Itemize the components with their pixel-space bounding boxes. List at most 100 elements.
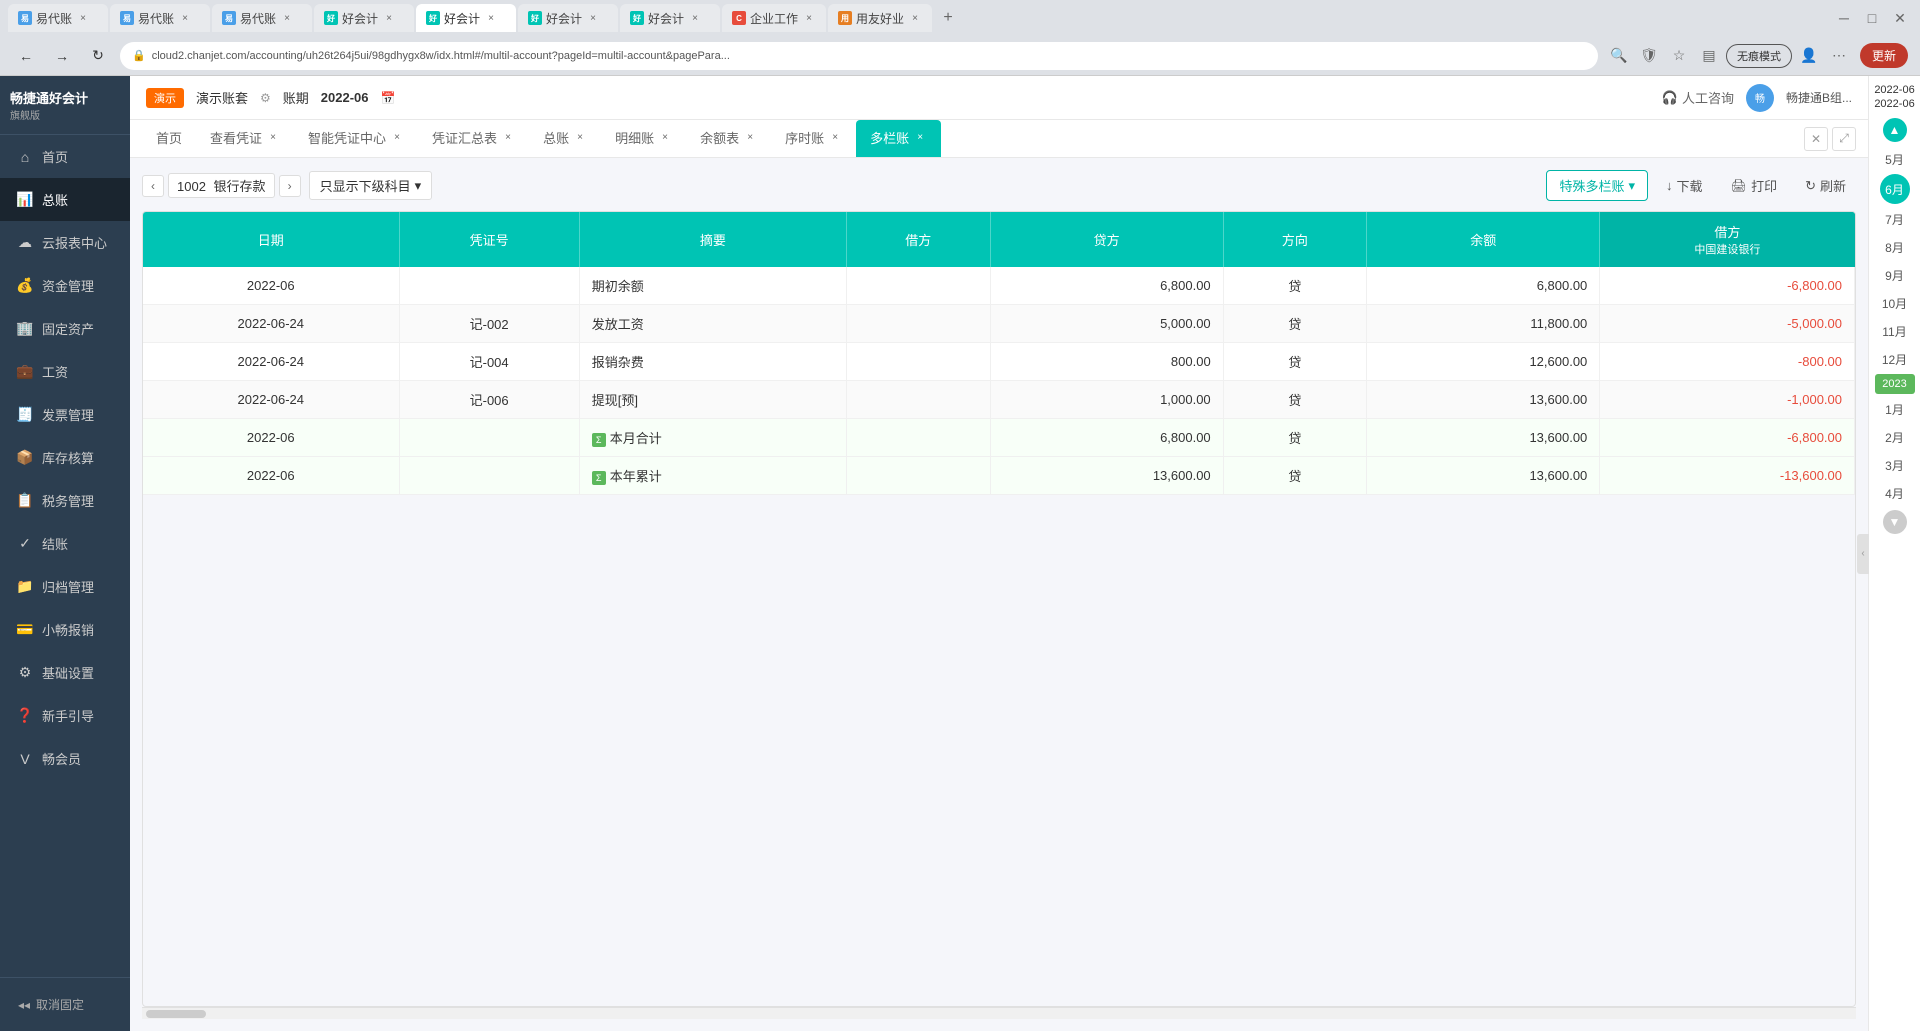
special-multi-button[interactable]: 特殊多栏账 ▾ [1546, 170, 1648, 201]
tab-close-6[interactable]: × [586, 11, 600, 25]
browser-tab-6[interactable]: 好 好会计 × [518, 4, 618, 32]
next-account-button[interactable]: › [279, 175, 301, 197]
scroll-down-button[interactable]: ▼ [1883, 510, 1907, 534]
browser-tab-2[interactable]: 易 易代账 × [110, 4, 210, 32]
new-tab-button[interactable]: + [934, 4, 962, 32]
tab-summary[interactable]: 凭证汇总表 × [418, 120, 529, 158]
tab-vouchers-close[interactable]: × [266, 131, 280, 145]
shield-icon[interactable]: 🛡 [1636, 43, 1662, 69]
sidebar-item-fund[interactable]: 💰 资金管理 [0, 264, 130, 307]
close-right-panel-button[interactable]: ‹ [1857, 534, 1869, 574]
unpin-button[interactable]: ◂◂ 取消固定 [10, 988, 120, 1021]
voucher-link[interactable]: 记-004 [470, 355, 509, 370]
sidebar-item-cloud-report[interactable]: ☁ 云报表中心 [0, 221, 130, 264]
month-item[interactable]: 12月 [1875, 346, 1915, 372]
more-options-icon[interactable]: ⋯ [1826, 43, 1852, 69]
sidebar-item-tax[interactable]: 📋 税务管理 [0, 479, 130, 522]
voucher-link[interactable]: 记-006 [470, 393, 509, 408]
cell-voucher[interactable]: 记-004 [399, 343, 579, 381]
month-item[interactable]: 5月 [1875, 146, 1915, 172]
sidebar-item-salary[interactable]: 💼 工资 [0, 350, 130, 393]
tab-sequence[interactable]: 序时账 × [771, 120, 856, 158]
sidebar-item-expense[interactable]: 💳 小畅报销 [0, 608, 130, 651]
star-icon[interactable]: ☆ [1666, 43, 1692, 69]
forward-button[interactable]: → [48, 42, 76, 70]
tab-balance-close[interactable]: × [743, 131, 757, 145]
tab-close-9[interactable]: × [908, 11, 922, 25]
sidebar-browser-icon[interactable]: ▤ [1696, 43, 1722, 69]
tab-smart[interactable]: 智能凭证中心 × [294, 120, 418, 158]
sidebar-item-inventory[interactable]: 📦 库存核算 [0, 436, 130, 479]
month-item[interactable]: 8月 [1875, 234, 1915, 260]
cell-voucher[interactable]: 记-002 [399, 305, 579, 343]
month-item[interactable]: 9月 [1875, 262, 1915, 288]
scroll-thumb[interactable] [146, 1010, 206, 1018]
refresh-nav-button[interactable]: ↻ [84, 42, 112, 70]
refresh-button[interactable]: ↻ 刷新 [1795, 171, 1856, 200]
month-item[interactable]: 6月 [1880, 174, 1910, 204]
tab-close-7[interactable]: × [688, 11, 702, 25]
tab-vouchers[interactable]: 查看凭证 × [196, 120, 294, 158]
tab-balance[interactable]: 余额表 × [686, 120, 771, 158]
month-item[interactable]: 7月 [1875, 206, 1915, 232]
cell-voucher[interactable] [399, 267, 579, 305]
download-button[interactable]: ↓ 下载 [1656, 171, 1713, 200]
sidebar-item-asset[interactable]: 🏢 固定资产 [0, 307, 130, 350]
ai-consult-button[interactable]: 🎧 人工咨询 [1662, 88, 1734, 107]
tab-detail[interactable]: 明细账 × [601, 120, 686, 158]
collapse-panel-button[interactable]: ✕ [1804, 127, 1828, 151]
close-button[interactable]: ✕ [1888, 6, 1912, 30]
sidebar-item-invoice[interactable]: 🧾 发票管理 [0, 393, 130, 436]
search-address-icon[interactable]: 🔍 [1606, 43, 1632, 69]
cell-voucher[interactable] [399, 419, 579, 457]
user-account-icon[interactable]: 👤 [1796, 43, 1822, 69]
tab-close-8[interactable]: × [802, 11, 816, 25]
sidebar-item-general[interactable]: 📊 总账 [0, 178, 130, 221]
browser-tab-4[interactable]: 好 好会计 × [314, 4, 414, 32]
tab-close-5[interactable]: × [484, 11, 498, 25]
month-item[interactable]: 1月 [1875, 396, 1915, 422]
browser-tab-9[interactable]: 用 用友好业 × [828, 4, 932, 32]
browser-tab-7[interactable]: 好 好会计 × [620, 4, 720, 32]
calendar-icon[interactable]: 📅 [381, 91, 396, 105]
update-button[interactable]: 更新 [1860, 43, 1908, 68]
tab-smart-close[interactable]: × [390, 131, 404, 145]
address-bar[interactable]: 🔒 cloud2.chanjet.com/accounting/uh26t264… [120, 42, 1598, 70]
tab-multi[interactable]: 多栏账 × [856, 120, 941, 158]
month-item[interactable]: 4月 [1875, 480, 1915, 506]
print-button[interactable]: 🖨 打印 [1721, 171, 1788, 200]
month-item[interactable]: 10月 [1875, 290, 1915, 316]
tab-close-4[interactable]: × [382, 11, 396, 25]
sidebar-item-home[interactable]: ⌂ 首页 [0, 135, 130, 178]
tab-close-1[interactable]: × [76, 11, 90, 25]
tab-close-2[interactable]: × [178, 11, 192, 25]
tab-summary-close[interactable]: × [501, 131, 515, 145]
tab-general[interactable]: 总账 × [529, 120, 601, 158]
minimize-button[interactable]: ─ [1832, 6, 1856, 30]
bottom-scrollbar[interactable] [142, 1007, 1856, 1019]
voucher-link[interactable]: 记-002 [470, 317, 509, 332]
tab-detail-close[interactable]: × [658, 131, 672, 145]
browser-tab-8[interactable]: C 企业工作 × [722, 4, 826, 32]
sidebar-item-guide[interactable]: ❓ 新手引导 [0, 694, 130, 737]
tab-multi-close[interactable]: × [913, 131, 927, 145]
settings-gear-icon[interactable]: ⚙ [260, 91, 271, 105]
show-sub-accounts-button[interactable]: 只显示下级科目 ▾ [309, 171, 433, 200]
wuhen-button[interactable]: 无痕模式 [1726, 44, 1792, 68]
browser-tab-1[interactable]: 易 易代账 × [8, 4, 108, 32]
sidebar-item-settings[interactable]: ⚙ 基础设置 [0, 651, 130, 694]
month-item[interactable]: 3月 [1875, 452, 1915, 478]
scroll-up-button[interactable]: ▲ [1883, 118, 1907, 142]
month-item[interactable]: 2023 [1875, 374, 1915, 394]
tab-general-close[interactable]: × [573, 131, 587, 145]
browser-tab-5[interactable]: 好 好会计 × [416, 4, 516, 32]
month-item[interactable]: 11月 [1875, 318, 1915, 344]
month-item[interactable]: 2月 [1875, 424, 1915, 450]
maximize-button[interactable]: □ [1860, 6, 1884, 30]
prev-account-button[interactable]: ‹ [142, 175, 164, 197]
cell-voucher[interactable] [399, 457, 579, 495]
cell-voucher[interactable]: 记-006 [399, 381, 579, 419]
tab-close-3[interactable]: × [280, 11, 294, 25]
tab-home[interactable]: 首页 [142, 120, 196, 158]
sidebar-item-member[interactable]: V 畅会员 [0, 737, 130, 780]
